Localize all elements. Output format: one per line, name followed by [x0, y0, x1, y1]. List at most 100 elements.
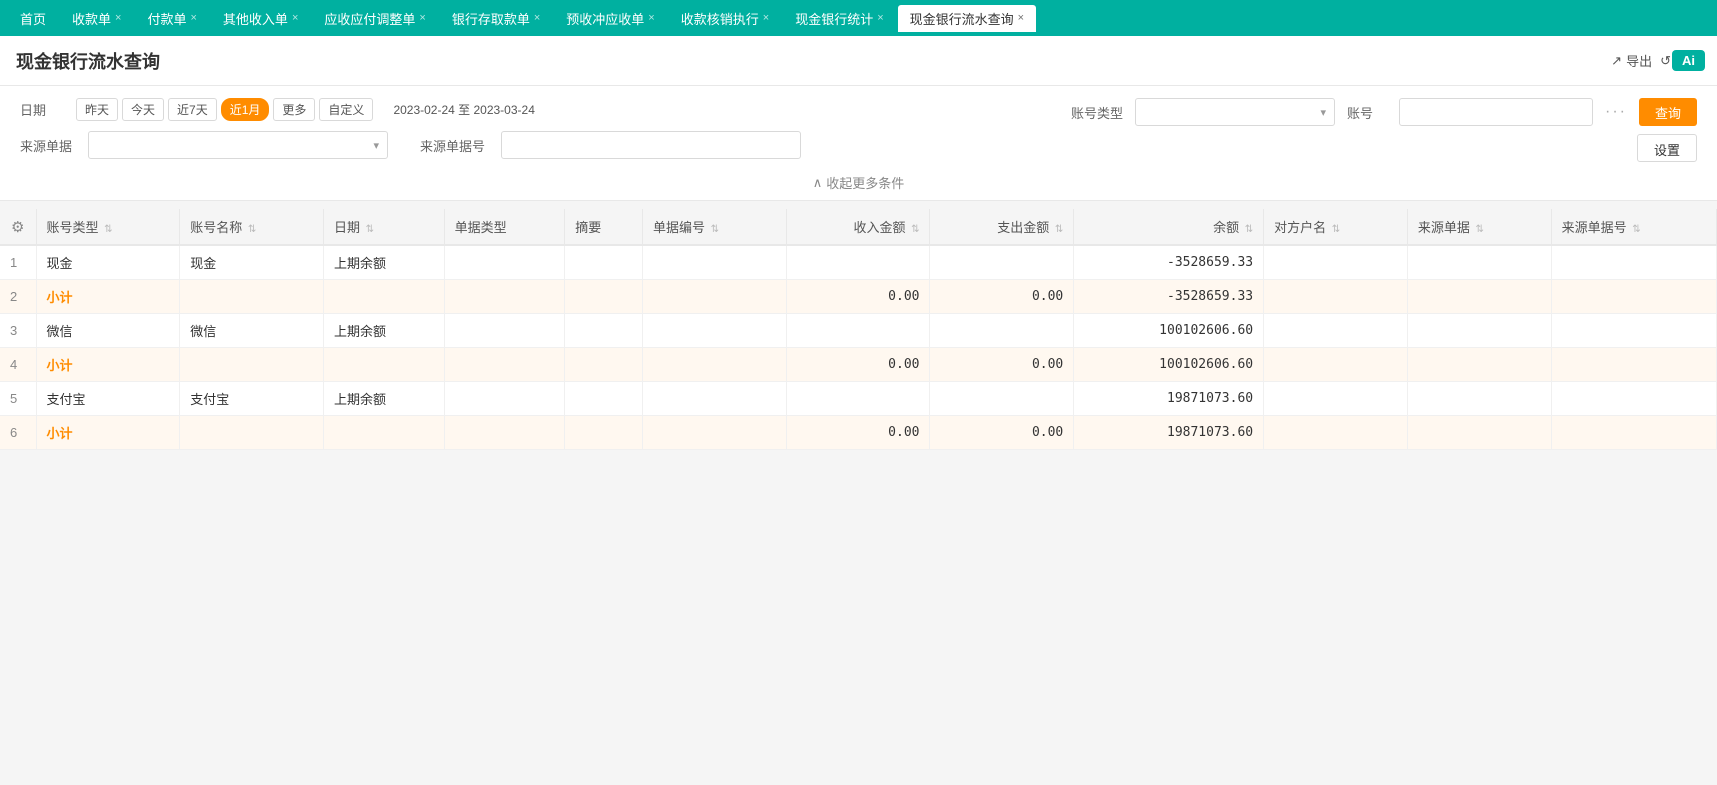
query-button[interactable]: 查询	[1639, 98, 1697, 126]
sort-icon: ⇅	[104, 224, 112, 235]
balance-cell: 100102606.60	[1074, 314, 1264, 348]
collapse-bar[interactable]: ∧ 收起更多条件	[20, 169, 1697, 192]
close-icon[interactable]: ×	[1018, 12, 1024, 24]
col-counterpart-label: 对方户名	[1274, 220, 1326, 235]
doc-type-cell	[444, 382, 565, 416]
doc-no-cell	[642, 382, 786, 416]
export-icon: ↗	[1611, 53, 1622, 69]
close-icon[interactable]: ×	[534, 12, 540, 24]
account-name-cell	[180, 416, 324, 450]
doc-no-cell	[642, 245, 786, 280]
source-doc-select[interactable]: ▾	[88, 131, 388, 159]
income-cell: 0.00	[786, 416, 930, 450]
nav-item-qitashoru[interactable]: 其他收入单 ×	[211, 5, 310, 32]
col-account-type-label: 账号类型	[47, 220, 99, 235]
col-doc-no[interactable]: 单据编号 ⇅	[642, 209, 786, 245]
sort-icon: ⇅	[366, 224, 374, 235]
date-btn-yesterday[interactable]: 昨天	[76, 98, 118, 121]
income-cell	[786, 245, 930, 280]
top-nav: 首页 收款单 × 付款单 × 其他收入单 × 应收应付调整单 × 银行存取款单 …	[0, 0, 1717, 36]
close-icon[interactable]: ×	[648, 12, 654, 24]
date-btn-1month[interactable]: 近1月	[221, 98, 270, 121]
nav-item-shoudan[interactable]: 收款单 ×	[60, 5, 133, 32]
nav-item-yingshouyingfu[interactable]: 应收应付调整单 ×	[312, 5, 437, 32]
doc-type-cell	[444, 348, 565, 382]
source-doc-no-label: 来源单据号	[420, 136, 485, 155]
account-name-cell: 微信	[180, 314, 324, 348]
expense-cell: 0.00	[930, 416, 1074, 450]
nav-item-yinhangcunqu[interactable]: 银行存取款单 ×	[440, 5, 552, 32]
doc-type-cell	[444, 280, 565, 314]
expense-cell	[930, 382, 1074, 416]
balance-cell: 19871073.60	[1074, 416, 1264, 450]
close-icon[interactable]: ×	[190, 12, 196, 24]
collapse-label: 收起更多条件	[826, 173, 904, 192]
nav-item-xianjinyinhang[interactable]: 现金银行统计 ×	[783, 5, 895, 32]
account-label: 账号	[1347, 103, 1387, 122]
source-doc-no-cell	[1551, 314, 1716, 348]
doc-type-cell	[444, 314, 565, 348]
nav-item-liushui[interactable]: 现金银行流水查询 ×	[898, 5, 1036, 32]
col-account-name[interactable]: 账号名称 ⇅	[180, 209, 324, 245]
col-date[interactable]: 日期 ⇅	[324, 209, 445, 245]
nav-item-yushouying[interactable]: 预收冲应收单 ×	[554, 5, 666, 32]
col-income[interactable]: 收入金额 ⇅	[786, 209, 930, 245]
col-source-doc-no[interactable]: 来源单据号 ⇅	[1551, 209, 1716, 245]
page-title: 现金银行流水查询	[16, 48, 160, 74]
summary-cell	[565, 348, 643, 382]
filter-area: 日期 昨天 今天 近7天 近1月 更多 自定义 2023-02-24 至 202…	[0, 86, 1717, 201]
col-summary[interactable]: 摘要	[565, 209, 643, 245]
source-doc-no-cell	[1551, 416, 1716, 450]
col-balance[interactable]: 余额 ⇅	[1074, 209, 1264, 245]
col-doc-type[interactable]: 单据类型	[444, 209, 565, 245]
nav-item-fukuan[interactable]: 付款单 ×	[135, 5, 208, 32]
table-row: 3微信微信上期余额100102606.60	[0, 314, 1717, 348]
ai-badge[interactable]: Ai	[1672, 50, 1705, 71]
source-doc-cell	[1407, 416, 1551, 450]
account-input[interactable]	[1399, 98, 1593, 126]
date-btn-7days[interactable]: 近7天	[168, 98, 217, 121]
nav-item-shoukuan[interactable]: 收款核销执行 ×	[669, 5, 781, 32]
close-icon[interactable]: ×	[292, 12, 298, 24]
col-account-type[interactable]: 账号类型 ⇅	[36, 209, 180, 245]
col-doc-no-label: 单据编号	[653, 220, 705, 235]
date-btn-custom[interactable]: 自定义	[319, 98, 373, 121]
export-button[interactable]: ↗ 导出	[1611, 51, 1652, 70]
col-source-doc[interactable]: 来源单据 ⇅	[1407, 209, 1551, 245]
refresh-icon: ↺	[1660, 53, 1671, 69]
nav-home[interactable]: 首页	[8, 5, 58, 32]
col-settings[interactable]: ⚙	[0, 209, 36, 245]
col-counterpart[interactable]: 对方户名 ⇅	[1264, 209, 1408, 245]
col-expense-label: 支出金额	[997, 220, 1049, 235]
sort-icon: ⇅	[911, 224, 919, 235]
close-icon[interactable]: ×	[877, 12, 883, 24]
doc-type-cell	[444, 416, 565, 450]
account-type-label: 账号类型	[1071, 103, 1123, 122]
source-doc-label: 来源单据	[20, 136, 72, 155]
source-doc-no-input[interactable]	[501, 131, 801, 159]
date-btn-more[interactable]: 更多	[273, 98, 315, 121]
sort-icon: ⇅	[248, 224, 256, 235]
date-btn-today[interactable]: 今天	[122, 98, 164, 121]
close-icon[interactable]: ×	[763, 12, 769, 24]
doc-no-cell	[642, 314, 786, 348]
account-type-select[interactable]: ▾	[1135, 98, 1335, 126]
col-expense[interactable]: 支出金额 ⇅	[930, 209, 1074, 245]
counterpart-cell	[1264, 245, 1408, 280]
settings-button[interactable]: 设置	[1637, 134, 1697, 162]
gear-icon: ⚙	[11, 219, 24, 236]
close-icon[interactable]: ×	[419, 12, 425, 24]
summary-cell	[565, 314, 643, 348]
sort-icon: ⇅	[1332, 224, 1340, 235]
expense-cell: 0.00	[930, 280, 1074, 314]
source-doc-no-cell	[1551, 280, 1716, 314]
close-icon[interactable]: ×	[115, 12, 121, 24]
date-cell	[324, 280, 445, 314]
account-type-cell: 小计	[36, 348, 180, 382]
more-options-button[interactable]: ···	[1605, 103, 1627, 121]
account-type-cell: 微信	[36, 314, 180, 348]
date-filter-row: 日期 昨天 今天 近7天 近1月 更多 自定义 2023-02-24 至 202…	[20, 98, 1039, 121]
counterpart-cell	[1264, 416, 1408, 450]
sort-icon: ⇅	[1632, 224, 1640, 235]
source-doc-cell	[1407, 245, 1551, 280]
